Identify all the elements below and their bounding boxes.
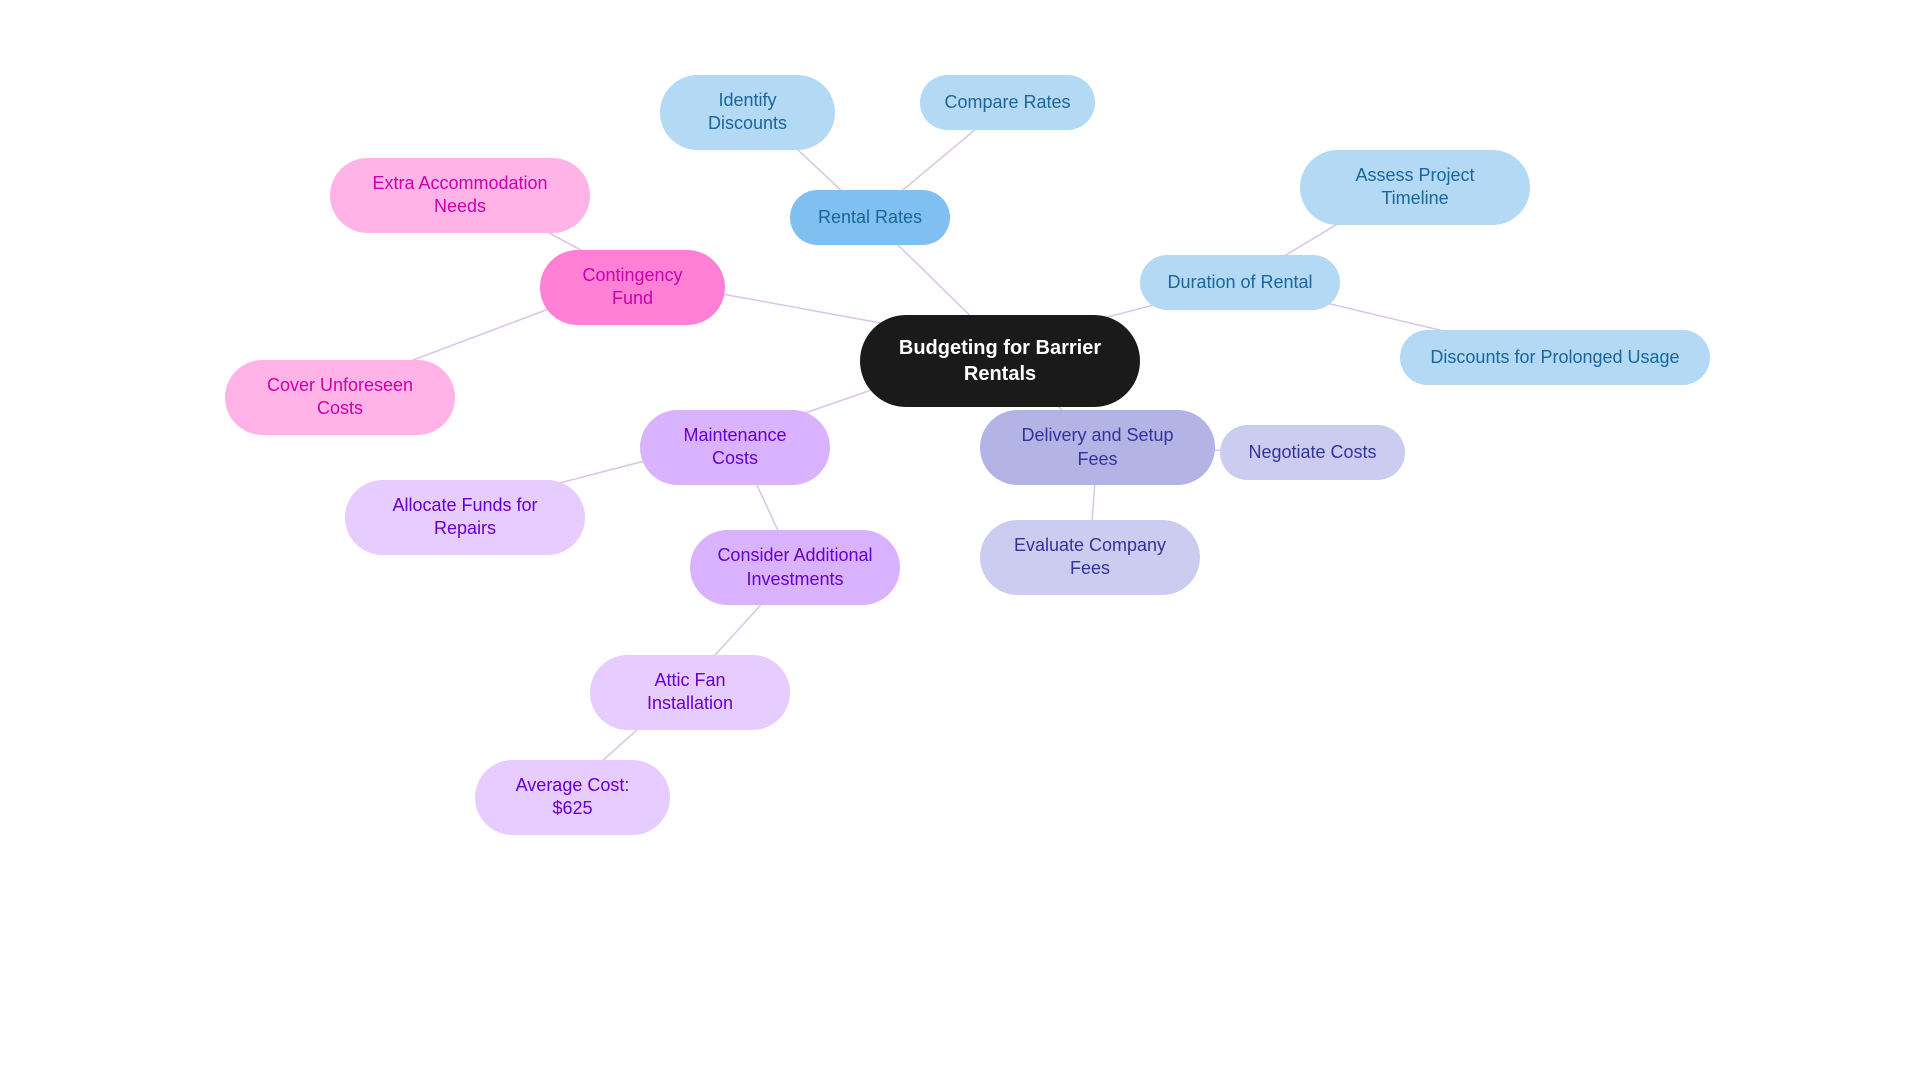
duration-rental-node: Duration of Rental — [1140, 255, 1340, 310]
attic-fan-node: Attic Fan Installation — [590, 655, 790, 730]
evaluate-company-node: Evaluate Company Fees — [980, 520, 1200, 595]
rental-rates-node: Rental Rates — [790, 190, 950, 245]
allocate-funds-node: Allocate Funds for Repairs — [345, 480, 585, 555]
cover-unforeseen-node: Cover Unforeseen Costs — [225, 360, 455, 435]
extra-accommodation-node: Extra Accommodation Needs — [330, 158, 590, 233]
discounts-prolonged-node: Discounts for Prolonged Usage — [1400, 330, 1710, 385]
average-cost-node: Average Cost: $625 — [475, 760, 670, 835]
connections-svg — [0, 0, 1920, 1083]
consider-additional-node: Consider Additional Investments — [690, 530, 900, 605]
contingency-fund-node: Contingency Fund — [540, 250, 725, 325]
delivery-setup-node: Delivery and Setup Fees — [980, 410, 1215, 485]
mindmap-container: Budgeting for Barrier Rentals Rental Rate… — [0, 0, 1920, 1083]
assess-project-node: Assess Project Timeline — [1300, 150, 1530, 225]
maintenance-costs-node: Maintenance Costs — [640, 410, 830, 485]
negotiate-costs-node: Negotiate Costs — [1220, 425, 1405, 480]
center-node: Budgeting for Barrier Rentals — [860, 315, 1140, 407]
identify-discounts-node: Identify Discounts — [660, 75, 835, 150]
compare-rates-node: Compare Rates — [920, 75, 1095, 130]
